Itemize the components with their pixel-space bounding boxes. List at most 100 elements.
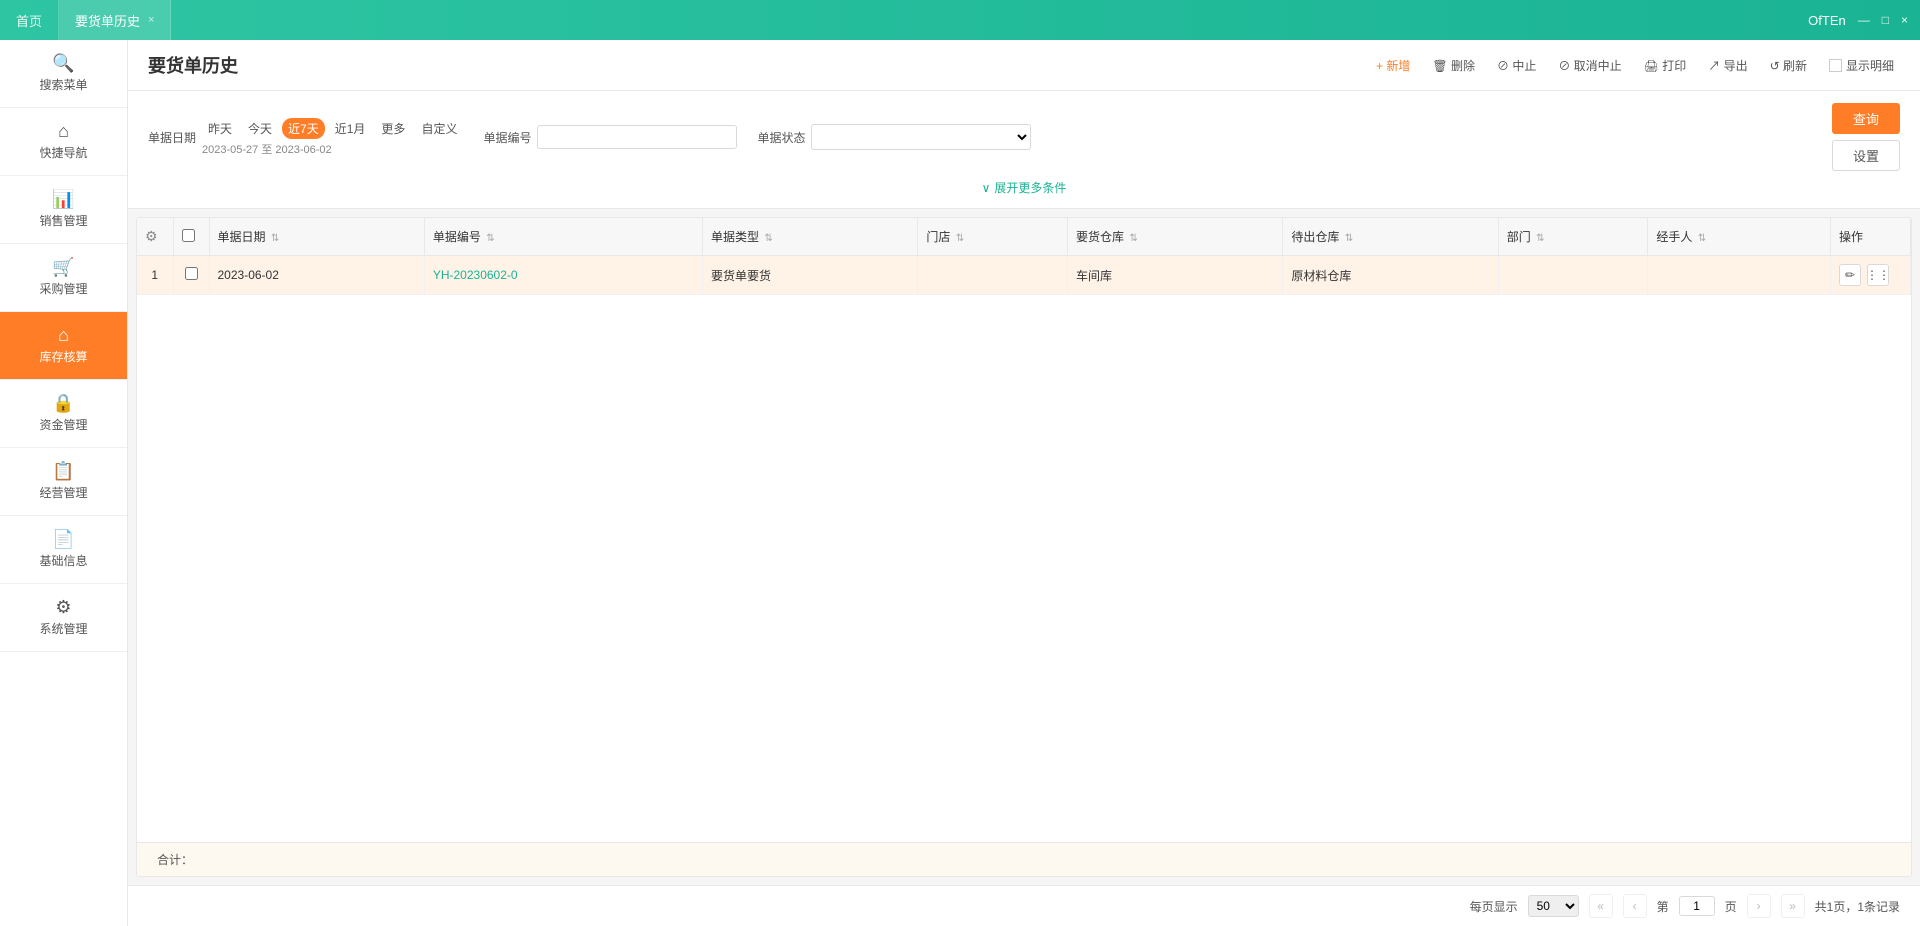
sort-icon-store: ⇅ [956,233,964,244]
home-icon: ⌂ [58,122,69,140]
top-bar-tabs: 首页 要货单历史 × [0,0,171,40]
settings-button[interactable]: 设置 [1832,140,1900,171]
table-footer: 合计： [137,842,1911,876]
tab-close-icon[interactable]: × [148,14,154,26]
th-doc-type[interactable]: 单据类型 ⇅ [703,218,918,256]
th-doc-no[interactable]: 单据编号 ⇅ [424,218,702,256]
date-btn-today[interactable]: 今天 [242,118,278,139]
th-settings: ⚙ [137,218,173,256]
date-btn-yesterday[interactable]: 昨天 [202,118,238,139]
last-page-button[interactable]: » [1781,894,1805,918]
select-all-checkbox[interactable] [182,229,195,242]
sidebar-item-search[interactable]: 🔍 搜索菜单 [0,40,127,108]
sort-icon-doc-type: ⇅ [764,233,772,244]
tab-order-history[interactable]: 要货单历史 × [59,0,171,40]
display-cell-label: 显示明细 [1846,57,1894,74]
th-doc-no-label: 单据编号 [433,230,481,244]
finance-icon: 🔒 [52,394,74,412]
docno-input[interactable] [537,125,737,149]
doc-no-link[interactable]: YH-20230602-0 [433,268,518,282]
row-checkbox[interactable] [185,267,198,280]
system-icon: ⚙ [55,598,71,616]
date-btn-custom[interactable]: 自定义 [415,118,463,139]
th-department-label: 部门 [1507,230,1531,244]
th-pending-warehouse[interactable]: 待出仓库 ⇅ [1283,218,1498,256]
th-checkbox [173,218,209,256]
table-body: 1 2023-06-02 YH-20230602-0 要货单要货 车间库 原材料… [137,256,1911,295]
th-warehouse[interactable]: 要货仓库 ⇅ [1068,218,1283,256]
window-maximize-icon[interactable]: □ [1882,13,1889,27]
chevron-down-icon: ∨ [982,181,991,195]
column-settings-icon[interactable]: ⚙ [145,228,158,244]
sidebar-item-nav[interactable]: ⌂ 快捷导航 [0,108,127,176]
sidebar-item-system[interactable]: ⚙ 系统管理 [0,584,127,652]
sort-icon-department: ⇅ [1536,233,1544,244]
page-input[interactable] [1679,896,1715,916]
date-shortcut-buttons: 昨天 今天 近7天 近1月 更多 自定义 [202,118,463,139]
row-handler [1648,256,1831,295]
date-btn-7days[interactable]: 近7天 [282,118,325,139]
prev-page-button[interactable]: ‹ [1623,894,1647,918]
date-filter: 单据日期 昨天 今天 近7天 近1月 更多 自定义 2023-05-27 至 2… [148,118,463,157]
th-doc-type-label: 单据类型 [711,230,759,244]
window-close-icon[interactable]: × [1901,13,1908,27]
often-label: OfTEn [1808,13,1846,28]
th-store-label: 门店 [926,230,950,244]
sidebar-item-operations[interactable]: 📋 经营管理 [0,448,127,516]
tab-home[interactable]: 首页 [0,0,59,40]
th-warehouse-label: 要货仓库 [1076,230,1124,244]
new-button[interactable]: + 新增 [1370,53,1416,78]
sidebar-item-sales-label: 销售管理 [39,212,87,229]
date-btn-1month[interactable]: 近1月 [329,118,372,139]
page-title-row: 要货单历史 + 新增 🗑 删除 ⊘ 中止 ⊘ 取消中止 🖨 打印 ↗ 导出 ↺ … [148,52,1900,78]
th-handler[interactable]: 经手人 ⇅ [1648,218,1831,256]
docno-filter-label: 单据编号 [483,129,531,146]
row-edit-button[interactable]: ✏ [1839,264,1861,286]
query-button[interactable]: 查询 [1832,103,1900,134]
date-range-display: 2023-05-27 至 2023-06-02 [202,141,463,157]
export-button[interactable]: ↗ 导出 [1702,53,1753,78]
th-store[interactable]: 门店 ⇅ [918,218,1068,256]
date-filter-label: 单据日期 [148,129,196,146]
status-select[interactable] [811,124,1031,150]
data-table-wrapper: ⚙ 单据日期 ⇅ 单据编号 ⇅ [136,217,1912,877]
next-page-button[interactable]: › [1747,894,1771,918]
display-cell-button[interactable]: 显示明细 [1823,53,1900,78]
row-detail-button[interactable]: ⋮⋮ [1867,264,1889,286]
data-table: ⚙ 单据日期 ⇅ 单据编号 ⇅ [137,218,1911,295]
display-cell-checkbox[interactable] [1829,59,1842,72]
page-header: 要货单历史 + 新增 🗑 删除 ⊘ 中止 ⊘ 取消中止 🖨 打印 ↗ 导出 ↺ … [128,40,1920,91]
filter-area: 单据日期 昨天 今天 近7天 近1月 更多 自定义 2023-05-27 至 2… [128,91,1920,209]
refresh-button[interactable]: ↺ 刷新 [1764,53,1813,78]
stop-button[interactable]: ⊘ 中止 [1491,53,1542,78]
row-num: 1 [137,256,173,295]
row-doc-type: 要货单要货 [703,256,918,295]
sidebar-item-finance[interactable]: 🔒 资金管理 [0,380,127,448]
th-doc-date[interactable]: 单据日期 ⇅ [209,218,424,256]
row-operations: ✏ ⋮⋮ [1831,256,1911,295]
sidebar-item-basic-info[interactable]: 📄 基础信息 [0,516,127,584]
sidebar-item-inventory[interactable]: ⌂ 库存核算 [0,312,127,380]
page-label: 第 [1657,898,1669,915]
print-button[interactable]: 🖨 打印 [1638,53,1693,78]
cancel-stop-button[interactable]: ⊘ 取消中止 [1552,53,1627,78]
status-filter: 单据状态 [757,124,1031,150]
sidebar-item-sales[interactable]: 📊 销售管理 [0,176,127,244]
delete-button[interactable]: 🗑 删除 [1426,53,1481,78]
main-layout: 🔍 搜索菜单 ⌂ 快捷导航 📊 销售管理 🛒 采购管理 ⌂ 库存核算 🔒 资金管… [0,40,1920,926]
expand-more-label: 展开更多条件 [994,179,1066,196]
purchase-icon: 🛒 [52,258,74,276]
window-minimize-icon[interactable]: — [1858,13,1870,27]
expand-more[interactable]: ∨ 展开更多条件 [148,179,1900,196]
first-page-button[interactable]: « [1589,894,1613,918]
th-doc-date-label: 单据日期 [218,230,266,244]
page-size-select[interactable]: 50 20 100 200 [1528,895,1579,917]
th-department[interactable]: 部门 ⇅ [1498,218,1648,256]
tab-order-history-label: 要货单历史 [75,11,140,30]
sidebar-item-basic-info-label: 基础信息 [39,552,87,569]
sidebar-item-purchase[interactable]: 🛒 采购管理 [0,244,127,312]
date-btn-more[interactable]: 更多 [375,118,411,139]
sort-icon-handler: ⇅ [1698,233,1706,244]
row-doc-no: YH-20230602-0 [424,256,702,295]
page-title: 要货单历史 [148,52,238,78]
